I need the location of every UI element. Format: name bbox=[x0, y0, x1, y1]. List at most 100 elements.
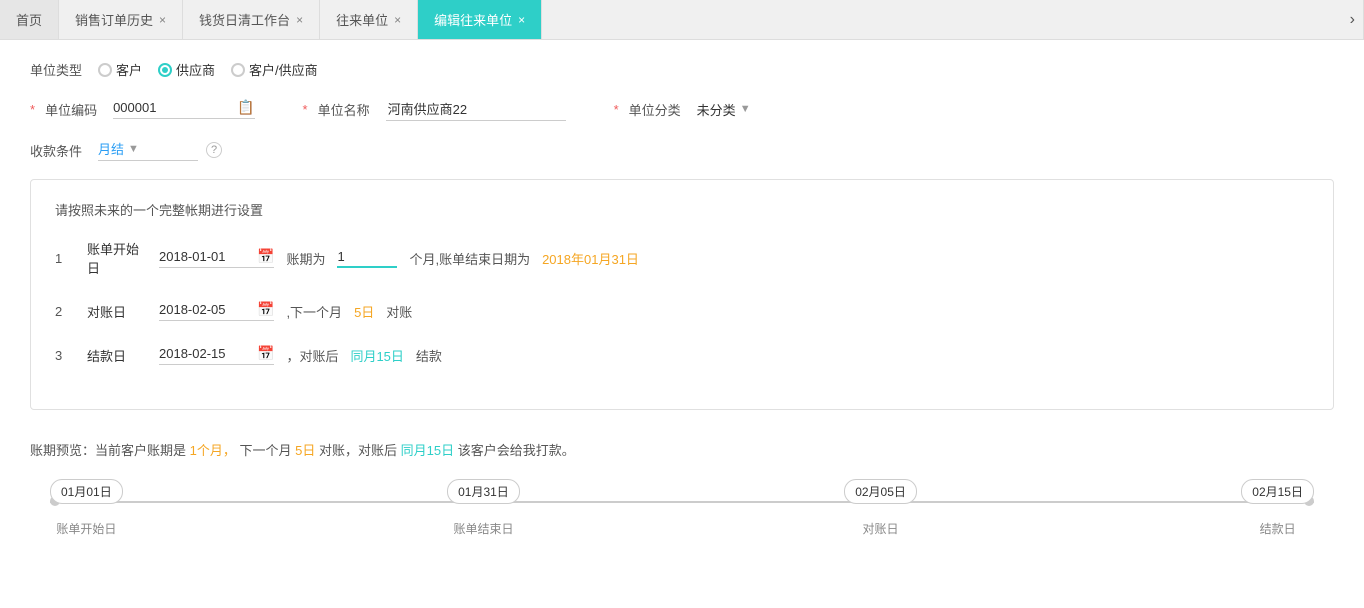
preview-part1: 1个月， bbox=[190, 443, 236, 458]
timeline-badge-2: 02月05日 bbox=[844, 479, 917, 504]
radio-customer-circle bbox=[98, 63, 112, 77]
period-field-label-1: 账单开始日 bbox=[87, 239, 147, 277]
tab-sales-history-label: 销售订单历史 bbox=[75, 10, 153, 29]
unit-category-star: * bbox=[614, 102, 619, 117]
period-suffix-3: 结款 bbox=[416, 346, 442, 365]
unit-category-select[interactable]: 未分类 ▼ bbox=[697, 100, 777, 119]
unit-category-value: 未分类 bbox=[697, 100, 736, 119]
tab-home-label: 首页 bbox=[16, 10, 42, 29]
period-num-2: 2 bbox=[55, 304, 75, 319]
preview-part2-highlight: 5日 bbox=[295, 443, 315, 458]
preview-part3-highlight: 同月15日 bbox=[401, 443, 454, 458]
timeline-label-0: 账单开始日 bbox=[56, 520, 116, 537]
unit-name-star: * bbox=[303, 102, 308, 117]
period-calendar-3[interactable]: 📅 bbox=[257, 345, 274, 362]
period-month-value[interactable] bbox=[337, 249, 397, 264]
tab-edit-partner[interactable]: 编辑往来单位 × bbox=[418, 0, 542, 39]
preview-part2-suffix: 对账，对账后 bbox=[319, 443, 397, 458]
period-card-title: 请按照未来的一个完整帐期进行设置 bbox=[55, 200, 1309, 219]
period-month-input bbox=[337, 249, 397, 268]
tab-scroll-right[interactable]: › bbox=[1342, 0, 1364, 39]
unit-code-input[interactable]: 000001 bbox=[113, 100, 233, 115]
period-settings-card: 请按照未来的一个完整帐期进行设置 1 账单开始日 📅 账期为 个月,账单结束日期… bbox=[30, 179, 1334, 410]
unit-name-input[interactable]: 河南供应商22 bbox=[386, 97, 566, 121]
tab-cash-work[interactable]: 钱货日清工作台 × bbox=[183, 0, 320, 39]
timeline-badge-1: 01月31日 bbox=[447, 479, 520, 504]
timeline-label-1: 账单结束日 bbox=[453, 520, 513, 537]
period-field-label-3: 结款日 bbox=[87, 346, 147, 365]
unit-name-label: 单位名称 bbox=[318, 100, 370, 119]
tab-partner-close[interactable]: × bbox=[394, 13, 401, 27]
unit-type-label: 单位类型 bbox=[30, 60, 82, 79]
payment-terms-row: 收款条件 月结 ▼ ? bbox=[30, 139, 1334, 161]
radio-customer[interactable]: 客户 bbox=[98, 60, 142, 79]
period-suffix-2: 对账 bbox=[386, 302, 412, 321]
tab-edit-partner-close[interactable]: × bbox=[518, 13, 525, 27]
preview-label: 账期预览：当前客户账期是 bbox=[30, 443, 186, 458]
payment-terms-select[interactable]: 月结 ▼ bbox=[98, 139, 198, 161]
preview-section: 账期预览：当前客户账期是 1个月， 下一个月 5日 对账，对账后 同月15日 该… bbox=[30, 430, 1334, 547]
unit-code-icon[interactable]: 📋 bbox=[237, 99, 254, 116]
unit-code-field: 000001 📋 bbox=[113, 99, 254, 119]
period-row-1: 1 账单开始日 📅 账期为 个月,账单结束日期为 2018年01月31日 bbox=[55, 239, 1309, 277]
tab-cash-work-label: 钱货日清工作台 bbox=[199, 10, 290, 29]
unit-category-group: * 单位分类 未分类 ▼ bbox=[614, 100, 777, 119]
preview-part3-suffix: 该客户会给我打款。 bbox=[458, 443, 575, 458]
payment-terms-help[interactable]: ? bbox=[206, 142, 222, 158]
period-date-1: 📅 bbox=[159, 248, 274, 268]
tab-partner[interactable]: 往来单位 × bbox=[320, 0, 418, 39]
period-field-label-2: 对账日 bbox=[87, 302, 147, 321]
preview-part2-prefix: 下一个月 bbox=[240, 443, 292, 458]
radio-both-circle bbox=[231, 63, 245, 77]
period-date-input-1[interactable] bbox=[159, 249, 249, 264]
period-date-input-3[interactable] bbox=[159, 346, 249, 361]
unit-fields-row: * 单位编码 000001 📋 * 单位名称 河南供应商22 * 单位分类 未分… bbox=[30, 97, 1334, 121]
period-calendar-2[interactable]: 📅 bbox=[257, 301, 274, 318]
timeline-badge-0: 01月01日 bbox=[50, 479, 123, 504]
period-highlight-date-1: 2018年01月31日 bbox=[542, 249, 639, 268]
period-num-3: 3 bbox=[55, 348, 75, 363]
timeline-badge-3: 02月15日 bbox=[1241, 479, 1314, 504]
payment-terms-label: 收款条件 bbox=[30, 141, 82, 160]
radio-both-label: 客户/供应商 bbox=[249, 60, 318, 79]
period-prefix-2: ,下一个月 bbox=[286, 302, 342, 321]
unit-code-star: * bbox=[30, 102, 35, 117]
radio-group-unit-type: 客户 供应商 客户/供应商 bbox=[98, 60, 318, 79]
radio-supplier[interactable]: 供应商 bbox=[158, 60, 215, 79]
tab-sales-history[interactable]: 销售订单历史 × bbox=[59, 0, 183, 39]
period-row-2: 2 对账日 📅 ,下一个月 5日 对账 bbox=[55, 301, 1309, 321]
radio-supplier-circle bbox=[158, 63, 172, 77]
unit-category-label: 单位分类 bbox=[629, 100, 681, 119]
period-highlight-3: 同月15日 bbox=[350, 346, 403, 365]
main-content: 单位类型 客户 供应商 客户/供应商 * 单位编码 000001 📋 bbox=[0, 40, 1364, 608]
radio-supplier-label: 供应商 bbox=[176, 60, 215, 79]
radio-customer-label: 客户 bbox=[116, 60, 142, 79]
period-calendar-1[interactable]: 📅 bbox=[257, 248, 274, 265]
timeline-label-2: 对账日 bbox=[863, 520, 899, 537]
period-suffix-label-1: 账期为 bbox=[286, 249, 325, 268]
tab-cash-work-close[interactable]: × bbox=[296, 13, 303, 27]
timeline-item-2: 02月05日 对账日 bbox=[844, 479, 917, 537]
period-row-3: 3 结款日 📅 ，对账后 同月15日 结款 bbox=[55, 345, 1309, 365]
payment-terms-value: 月结 bbox=[98, 139, 124, 158]
timeline-item-1: 01月31日 账单结束日 bbox=[447, 479, 520, 537]
period-date-3: 📅 bbox=[159, 345, 274, 365]
unit-type-row: 单位类型 客户 供应商 客户/供应商 bbox=[30, 60, 1334, 79]
period-num-1: 1 bbox=[55, 251, 75, 266]
tab-home[interactable]: 首页 bbox=[0, 0, 59, 39]
preview-text: 账期预览：当前客户账期是 1个月， 下一个月 5日 对账，对账后 同月15日 该… bbox=[30, 440, 1334, 459]
timeline-item-3: 02月15日 结款日 bbox=[1241, 479, 1314, 537]
tab-sales-history-close[interactable]: × bbox=[159, 13, 166, 27]
period-date-input-2[interactable] bbox=[159, 302, 249, 317]
timeline-label-3: 结款日 bbox=[1260, 520, 1296, 537]
tab-partner-label: 往来单位 bbox=[336, 10, 388, 29]
timeline-wrapper: 01月01日 账单开始日 01月31日 账单结束日 02月05日 对账日 02月… bbox=[30, 479, 1334, 537]
unit-code-label: 单位编码 bbox=[45, 100, 97, 119]
period-month-unit-1: 个月,账单结束日期为 bbox=[409, 249, 530, 268]
radio-both[interactable]: 客户/供应商 bbox=[231, 60, 318, 79]
unit-name-group: * 单位名称 河南供应商22 bbox=[303, 97, 566, 121]
period-date-2: 📅 bbox=[159, 301, 274, 321]
unit-code-group: * 单位编码 000001 📋 bbox=[30, 99, 255, 119]
unit-category-chevron: ▼ bbox=[740, 103, 751, 115]
timeline-item-0: 01月01日 账单开始日 bbox=[50, 479, 123, 537]
